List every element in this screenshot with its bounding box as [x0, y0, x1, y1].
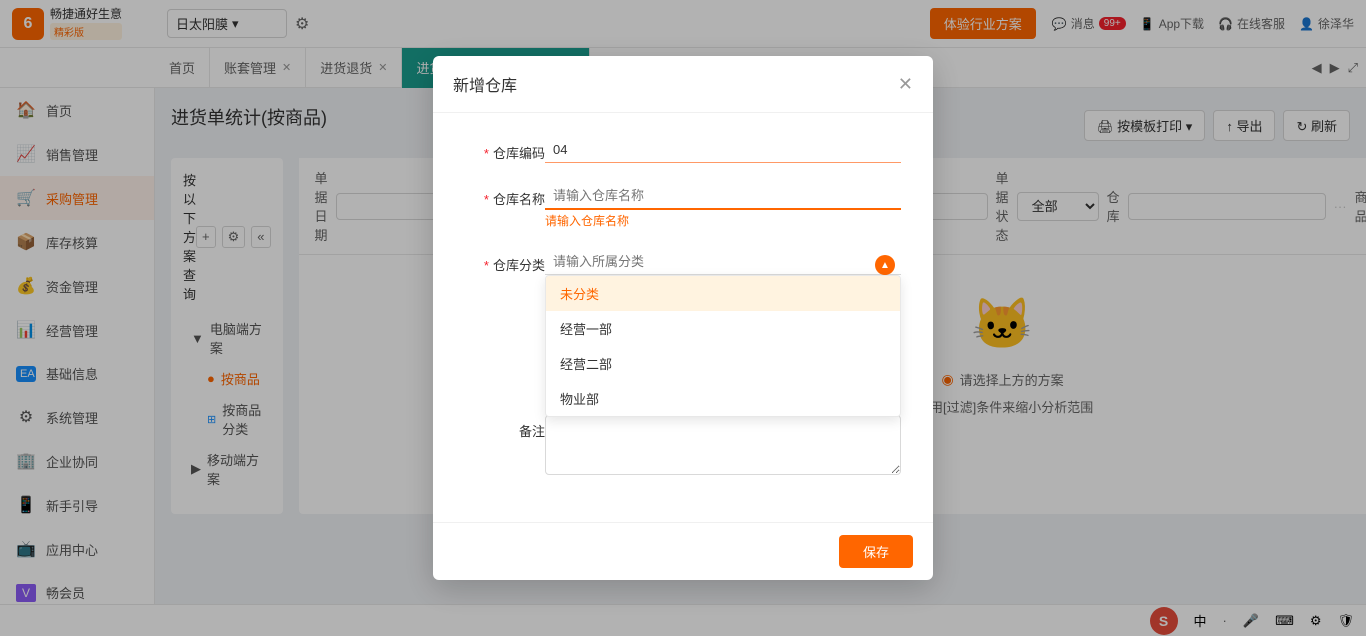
form-control-remark: [545, 415, 901, 478]
form-row-code: 仓库编码: [465, 137, 901, 163]
remark-textarea[interactable]: [545, 415, 901, 475]
save-button[interactable]: 保存: [839, 535, 913, 568]
form-label-category: 仓库分类: [465, 249, 545, 274]
form-label-code: 仓库编码: [465, 137, 545, 162]
modal-overlay: 新增仓库 ✕ 仓库编码 仓库名称 请输入仓库名称: [0, 0, 1366, 636]
category-dropdown-list: 未分类 经营一部 经营二部 物业部: [545, 275, 901, 417]
form-label-remark: 备注: [465, 415, 545, 440]
form-control-category: ▲ 未分类 经营一部 经营二部 物业部: [545, 249, 901, 275]
name-input[interactable]: [545, 183, 901, 210]
modal-title: 新增仓库: [453, 72, 517, 96]
modal-close-button[interactable]: ✕: [898, 74, 913, 95]
form-control-name: 请输入仓库名称: [545, 183, 901, 229]
form-label-name: 仓库名称: [465, 183, 545, 208]
form-row-name: 仓库名称 请输入仓库名称: [465, 183, 901, 229]
category-input[interactable]: [545, 249, 901, 275]
category-dropdown-arrow[interactable]: ▲: [875, 255, 895, 275]
code-input[interactable]: [545, 137, 901, 163]
form-row-category: 仓库分类 ▲ 未分类 经营一部 经营二部 物业部: [465, 249, 901, 275]
name-error-msg: 请输入仓库名称: [545, 212, 901, 229]
modal-header: 新增仓库 ✕: [433, 56, 933, 113]
dropdown-item-dept3[interactable]: 物业部: [546, 381, 900, 416]
modal-footer: 保存: [433, 522, 933, 580]
modal: 新增仓库 ✕ 仓库编码 仓库名称 请输入仓库名称: [433, 56, 933, 580]
modal-body: 仓库编码 仓库名称 请输入仓库名称 仓库分类 ▲: [433, 113, 933, 522]
form-row-remark: 备注: [465, 415, 901, 478]
dropdown-item-dept2[interactable]: 经营二部: [546, 346, 900, 381]
dropdown-item-uncategorized[interactable]: 未分类: [546, 276, 900, 311]
dropdown-item-dept1[interactable]: 经营一部: [546, 311, 900, 346]
form-control-code: [545, 137, 901, 163]
